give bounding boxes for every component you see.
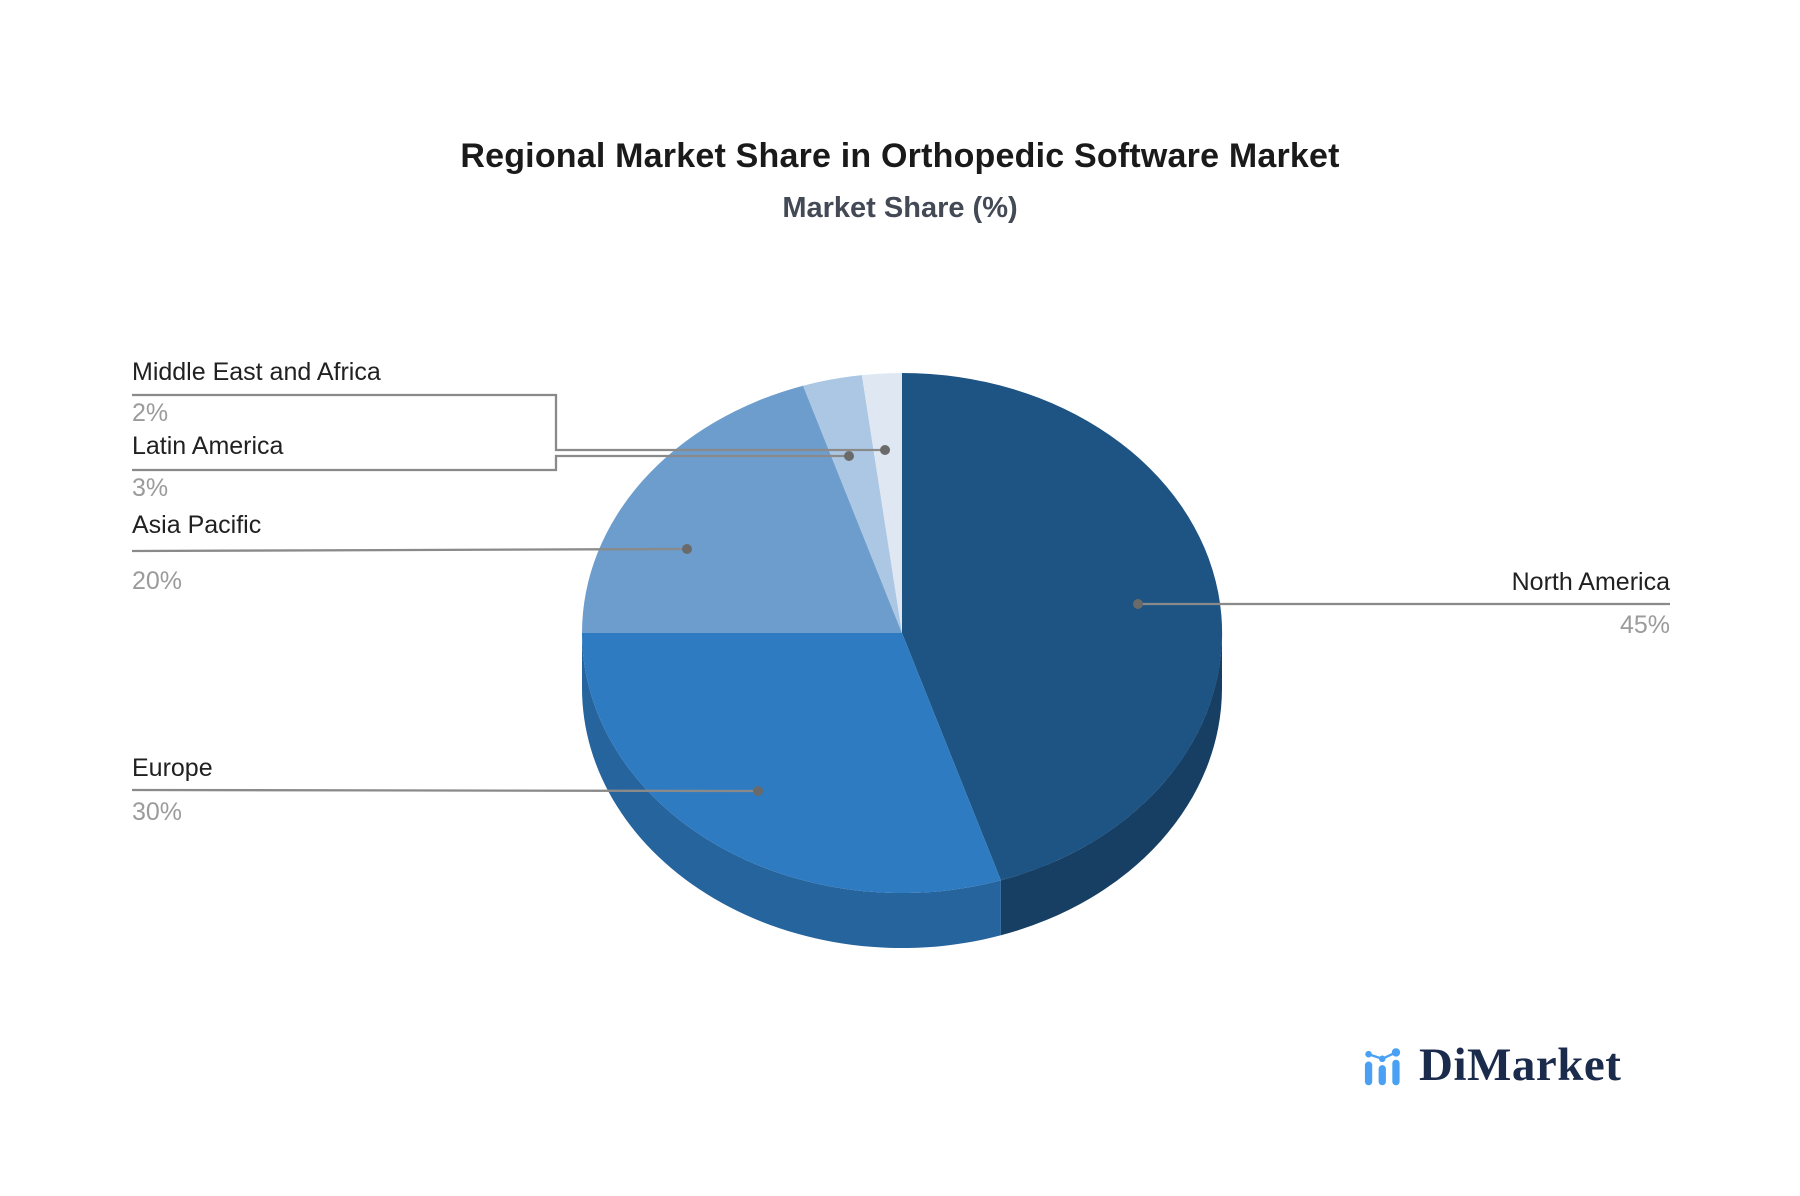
dimarket-wordmark: DiMarket — [1419, 1039, 1622, 1091]
leader-dot-europe — [753, 786, 763, 796]
pie-chart-canvas — [131, 373, 1670, 949]
value-asia-pacific: 20% — [132, 567, 183, 595]
leader-dot-north-america — [1133, 599, 1143, 609]
label-latin-america: Latin America — [132, 432, 284, 460]
label-middle-east-and-africa: Middle East and Africa — [132, 358, 381, 386]
leader-line-europe — [131, 788, 759, 793]
value-latin-america: 3% — [132, 474, 169, 502]
dimarket-logo: DiMarket — [1364, 1039, 1622, 1091]
leader-dot-middle-east-and-africa — [880, 445, 890, 455]
leader-dot-latin-america — [844, 451, 854, 461]
label-europe: Europe — [132, 754, 213, 782]
chart-page: Regional Market Share in Orthopedic Soft… — [0, 0, 1800, 1196]
leader-dot-asia-pacific — [682, 544, 692, 554]
label-north-america: North America — [1511, 568, 1670, 596]
value-middle-east-and-africa: 2% — [132, 399, 169, 427]
value-europe: 30% — [132, 798, 183, 826]
bar-line-chart-icon — [1364, 1048, 1401, 1086]
label-asia-pacific: Asia Pacific — [132, 511, 262, 539]
value-north-america: 45% — [1619, 611, 1670, 639]
